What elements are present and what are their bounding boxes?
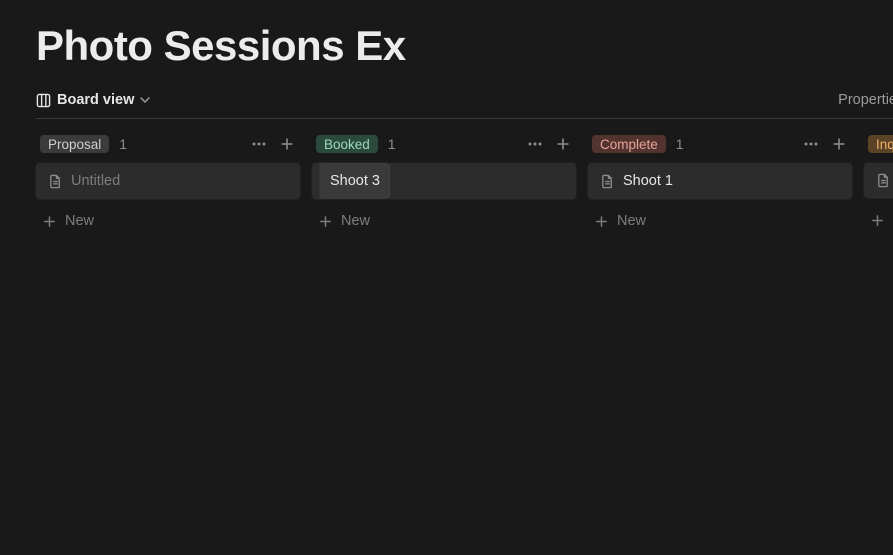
add-card-icon[interactable]: [278, 135, 296, 153]
card-title: Shoot 1: [623, 173, 673, 189]
more-icon[interactable]: [250, 135, 268, 153]
board-column: Complete 1 Shoot 1 New: [588, 133, 852, 237]
board-card[interactable]: Shoot 1: [588, 163, 852, 199]
add-card-icon[interactable]: [830, 135, 848, 153]
more-icon[interactable]: [526, 135, 544, 153]
column-actions: [250, 135, 296, 153]
new-card-button[interactable]: N: [864, 204, 893, 236]
new-card-button[interactable]: New: [588, 205, 852, 237]
column-count: 1: [119, 136, 127, 152]
plus-icon: [318, 214, 333, 229]
card-title[interactable]: Shoot 3: [330, 173, 380, 189]
plus-icon: [870, 213, 885, 228]
add-card-icon[interactable]: [554, 135, 572, 153]
board-card[interactable]: Untitled: [36, 163, 300, 199]
status-badge[interactable]: Inq: [868, 135, 893, 153]
status-badge[interactable]: Proposal: [40, 135, 109, 153]
card-gutter: [312, 163, 320, 199]
card-empty-area[interactable]: [390, 163, 576, 199]
board-column: Booked 1 Shoot 3 New: [312, 133, 576, 237]
board-column: Proposal 1 Untitled New: [36, 133, 300, 237]
column-actions: [526, 135, 572, 153]
column-header: Complete 1: [588, 133, 852, 163]
properties-button[interactable]: Propertie: [838, 92, 893, 108]
board-card[interactable]: [864, 163, 893, 198]
new-card-label: New: [65, 213, 94, 229]
document-icon: [600, 174, 615, 189]
board-card[interactable]: Shoot 3: [312, 163, 576, 199]
board-container: Proposal1UntitledNewBooked1Shoot 3NewCom…: [36, 133, 893, 237]
board-icon: [36, 93, 51, 108]
board-column: Inq N: [864, 133, 893, 237]
document-icon: [48, 174, 63, 189]
column-header: Inq: [864, 133, 893, 163]
status-badge[interactable]: Complete: [592, 135, 666, 153]
status-badge[interactable]: Booked: [316, 135, 378, 153]
card-title: Untitled: [71, 173, 120, 189]
new-card-label: New: [617, 213, 646, 229]
plus-icon: [594, 214, 609, 229]
page-title[interactable]: Photo Sessions Ex: [36, 22, 893, 70]
column-header: Booked 1: [312, 133, 576, 163]
new-card-label: New: [341, 213, 370, 229]
view-toolbar: Board view Propertie: [36, 92, 893, 119]
column-count: 1: [388, 136, 396, 152]
more-icon[interactable]: [802, 135, 820, 153]
plus-icon: [42, 214, 57, 229]
document-icon: [876, 173, 891, 188]
board-view-button[interactable]: Board view: [36, 92, 150, 108]
new-card-button[interactable]: New: [312, 205, 576, 237]
column-header: Proposal 1: [36, 133, 300, 163]
column-count: 1: [676, 136, 684, 152]
column-actions: [802, 135, 848, 153]
chevron-down-icon: [140, 95, 150, 105]
new-card-button[interactable]: New: [36, 205, 300, 237]
board-view-label: Board view: [57, 92, 134, 108]
